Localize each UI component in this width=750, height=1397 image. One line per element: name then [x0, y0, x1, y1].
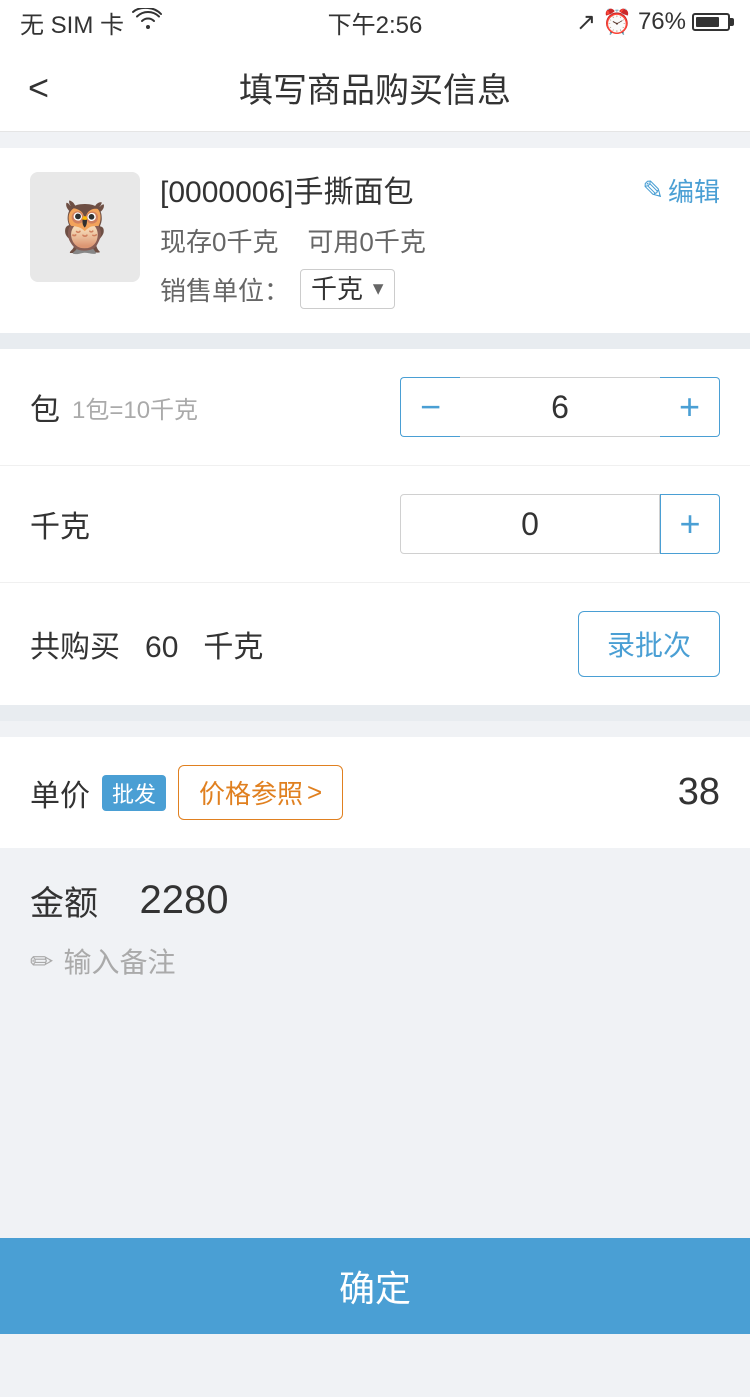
amount-label: 金额	[30, 876, 98, 925]
bao-label: 包 1包=10千克	[30, 385, 198, 429]
back-button[interactable]: <	[28, 67, 49, 109]
battery-icon	[692, 13, 730, 31]
amount-section: 金额 2280 ✏ 输入备注	[0, 848, 750, 1001]
amount-row: 金额 2280	[30, 876, 720, 925]
edit-button[interactable]: ✎ 编辑	[642, 172, 720, 209]
available-text: 可用0千克	[307, 227, 425, 257]
confirm-bar[interactable]: 确定	[0, 1238, 750, 1334]
battery-text: 76%	[638, 8, 686, 36]
product-stock: 现存0千克 可用0千克	[160, 222, 720, 259]
product-image: 🦉	[30, 172, 140, 282]
status-left: 无 SIM 卡	[20, 5, 164, 40]
product-name: [0000006]手撕面包	[160, 172, 413, 214]
price-value: 38	[678, 771, 720, 814]
status-bar: 无 SIM 卡 下午2:56 ↗ ⏰ 76%	[0, 0, 750, 44]
kg-quantity-input[interactable]	[400, 494, 660, 554]
kg-input-row: 千克 +	[0, 466, 750, 583]
unit-label: 销售单位：	[160, 271, 290, 308]
nav-bar: < 填写商品购买信息	[0, 44, 750, 132]
note-icon: ✏	[30, 945, 53, 978]
edit-label: 编辑	[668, 172, 720, 209]
unit-select[interactable]: 千克	[300, 269, 395, 309]
total-row: 共购买 60 千克 录批次	[0, 583, 750, 705]
product-name-row: [0000006]手撕面包 ✎ 编辑	[160, 172, 720, 214]
price-label: 单价 批发 价格参照 >	[30, 765, 343, 820]
bao-text: 包	[30, 385, 60, 429]
status-right: ↗ ⏰ 76%	[576, 8, 730, 37]
kg-label: 千克	[30, 502, 90, 546]
unit-select-wrap[interactable]: 千克	[300, 269, 395, 309]
amount-value: 2280	[139, 878, 228, 923]
total-unit: 千克	[203, 631, 263, 664]
product-logo-icon: 🦉	[54, 202, 116, 252]
product-info: [0000006]手撕面包 ✎ 编辑 现存0千克 可用0千克 销售单位： 千克	[160, 172, 720, 309]
product-card: 🦉 [0000006]手撕面包 ✎ 编辑 现存0千克 可用0千克 销售单位： 千…	[0, 148, 750, 333]
total-text: 共购买 60 千克	[30, 622, 263, 666]
wifi-icon	[132, 8, 164, 37]
total-label: 共购买	[30, 631, 120, 664]
bao-input-row: 包 1包=10千克 − +	[0, 349, 750, 466]
price-tag: 批发	[102, 775, 166, 811]
bao-sub: 1包=10千克	[72, 390, 198, 425]
price-ref-label: 价格参照	[199, 774, 303, 811]
alarm-icon: ⏰	[602, 8, 632, 37]
price-ref-button[interactable]: 价格参照 >	[178, 765, 343, 820]
price-text: 单价	[30, 771, 90, 815]
edit-icon: ✎	[642, 175, 664, 206]
carrier-text: 无 SIM 卡	[20, 5, 124, 40]
bao-quantity-control: − +	[400, 377, 720, 437]
product-unit-row: 销售单位： 千克	[160, 269, 720, 309]
batch-button[interactable]: 录批次	[578, 611, 720, 677]
section-divider-2	[0, 705, 750, 721]
section-divider-1	[0, 333, 750, 349]
kg-increment-button[interactable]: +	[660, 494, 720, 554]
location-icon: ↗	[576, 8, 596, 37]
stock-text: 现存0千克	[160, 227, 278, 257]
note-placeholder[interactable]: 输入备注	[63, 941, 175, 981]
price-section: 单价 批发 价格参照 > 38	[0, 737, 750, 848]
kg-quantity-control: +	[400, 494, 720, 554]
bao-decrement-button[interactable]: −	[400, 377, 460, 437]
kg-text: 千克	[30, 502, 90, 546]
bao-quantity-input[interactable]	[460, 377, 660, 437]
page-title: 填写商品购买信息	[239, 63, 511, 112]
status-time: 下午2:56	[328, 5, 423, 40]
confirm-button-label: 确定	[339, 1260, 411, 1312]
total-amount: 60	[145, 631, 178, 664]
note-row[interactable]: ✏ 输入备注	[30, 941, 720, 1001]
price-ref-arrow: >	[307, 777, 322, 808]
bao-increment-button[interactable]: +	[660, 377, 720, 437]
